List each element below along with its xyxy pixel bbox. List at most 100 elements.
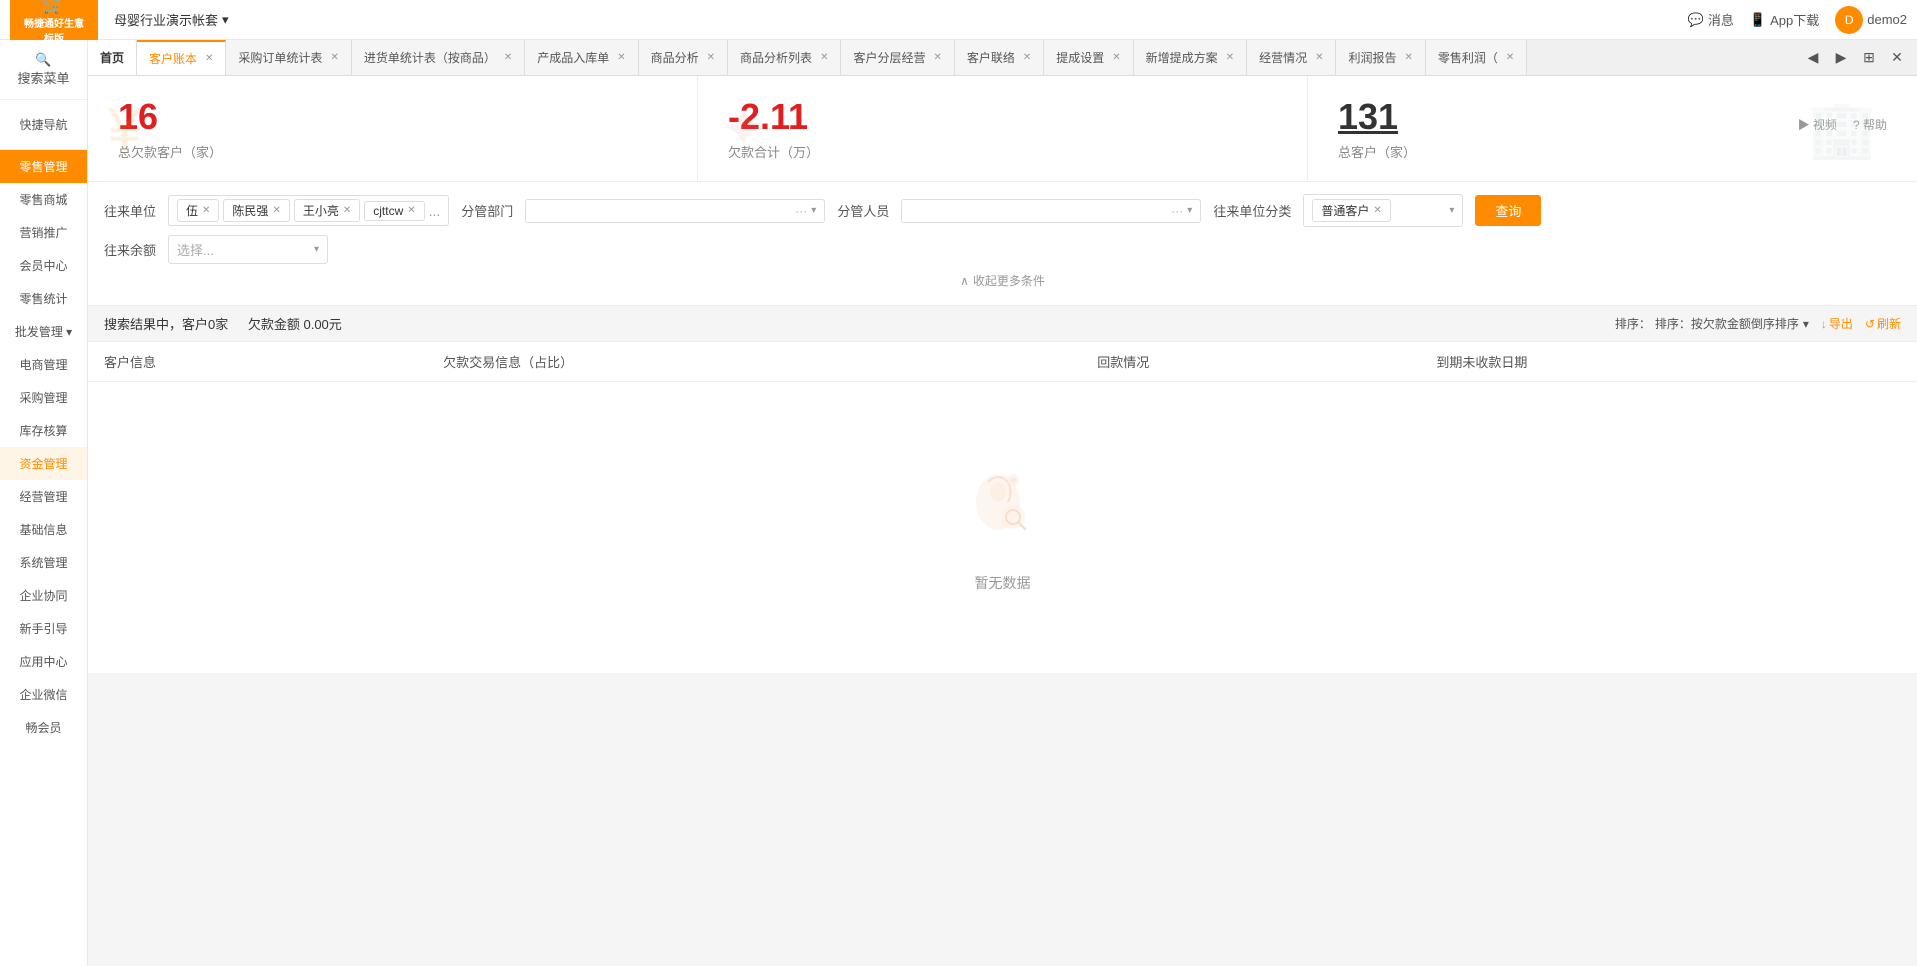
sidebar-item-quick-nav[interactable]: 快捷导航 bbox=[0, 108, 87, 141]
tab-close-new-commission-plan[interactable]: ✕ bbox=[1226, 52, 1234, 63]
balance-placeholder: 选择... bbox=[177, 240, 214, 259]
tab-commission-settings[interactable]: 提成设置 ✕ bbox=[1044, 40, 1133, 76]
tab-close-product-analysis-list[interactable]: ✕ bbox=[820, 52, 828, 63]
balance-filter-select[interactable]: 选择... ▾ bbox=[168, 235, 328, 264]
tab-prev-btn[interactable]: ◀ bbox=[1801, 46, 1825, 70]
industry-selector[interactable]: 母婴行业演示帐套 ▾ bbox=[106, 6, 237, 33]
collapse-icon: ∧ bbox=[960, 274, 969, 288]
tab-customer-contact[interactable]: 客户联络 ✕ bbox=[955, 40, 1044, 76]
tab-profit-report[interactable]: 利润报告 ✕ bbox=[1336, 40, 1425, 76]
unit-tag-3-close[interactable]: ✕ bbox=[407, 205, 415, 216]
sidebar-item-ops-mgmt[interactable]: 经营管理 bbox=[0, 480, 87, 513]
dept-filter-select[interactable]: ··· ▾ bbox=[525, 199, 825, 223]
refresh-icon: ↺ bbox=[1865, 317, 1875, 331]
sidebar-item-member-center[interactable]: 会员中心 bbox=[0, 249, 87, 282]
query-button[interactable]: 查询 bbox=[1475, 195, 1541, 226]
sort-select[interactable]: 排序： 排序：按欠款金额倒序排序 ▾ bbox=[1615, 315, 1809, 332]
empty-state: 暂无数据 bbox=[88, 382, 1917, 673]
person-filter-select[interactable]: ··· ▾ bbox=[901, 199, 1201, 223]
refresh-btn[interactable]: ↺ 刷新 bbox=[1865, 315, 1901, 332]
dept-select-more: ··· bbox=[795, 204, 807, 218]
sidebar-item-system-mgmt[interactable]: 系统管理 bbox=[0, 546, 87, 579]
col-header-overdue-info: 欠款交易信息（占比） bbox=[427, 342, 1081, 382]
sidebar-item-retail-stats[interactable]: 零售统计 bbox=[0, 282, 87, 315]
tab-next-btn[interactable]: ▶ bbox=[1829, 46, 1853, 70]
tab-more-btn[interactable]: ⊞ bbox=[1857, 46, 1881, 70]
unit-tag-0-close[interactable]: ✕ bbox=[202, 205, 210, 216]
filter-area: 往来单位 伍 ✕ 陈民强 ✕ 王小亮 bbox=[88, 182, 1917, 306]
app-download-btn[interactable]: 📱 App下载 bbox=[1750, 10, 1819, 29]
logo: 🛒 畅捷通好生意 标版 bbox=[10, 0, 98, 40]
tab-close-purchase-stats[interactable]: ✕ bbox=[504, 52, 512, 63]
sidebar-item-ecommerce[interactable]: 电商管理 bbox=[0, 348, 87, 381]
tab-close-purchase-order[interactable]: ✕ bbox=[330, 52, 338, 63]
logo-icon: 🛒 bbox=[43, 0, 65, 15]
sidebar-item-basic-info[interactable]: 基础信息 bbox=[0, 513, 87, 546]
sidebar-item-retail-mall[interactable]: 零售商城 bbox=[0, 183, 87, 216]
search-icon: 🔍 bbox=[35, 52, 51, 67]
unit-tag-1-close[interactable]: ✕ bbox=[272, 205, 280, 216]
sidebar-item-enterprise[interactable]: 企业协同 bbox=[0, 579, 87, 612]
tab-close-retail-profit[interactable]: ✕ bbox=[1506, 52, 1514, 63]
tab-home[interactable]: 首页 bbox=[88, 40, 137, 76]
empty-icon bbox=[963, 462, 1043, 561]
collapse-filter-btn[interactable]: ∧ 收起更多条件 bbox=[960, 272, 1045, 289]
sidebar-item-inventory[interactable]: 库存核算 bbox=[0, 414, 87, 447]
sidebar-item-marketing[interactable]: 营销推广 bbox=[0, 216, 87, 249]
tab-close-ops-situation[interactable]: ✕ bbox=[1315, 52, 1323, 63]
tab-customer-cost[interactable]: 客户账本 ✕ bbox=[137, 40, 226, 76]
sidebar-item-enterprise-wechat[interactable]: 企业微信 bbox=[0, 678, 87, 711]
tab-close-profit-report[interactable]: ✕ bbox=[1405, 52, 1413, 63]
tab-close-product-inbound[interactable]: ✕ bbox=[617, 52, 625, 63]
message-btn[interactable]: 💬 消息 bbox=[1688, 10, 1734, 29]
phone-icon: 📱 bbox=[1750, 12, 1766, 28]
sidebar-search[interactable]: 🔍 搜索菜单 bbox=[0, 40, 87, 100]
sidebar-item-retail-mgmt[interactable]: 零售管理 bbox=[0, 150, 87, 183]
tab-close-customer-cost[interactable]: ✕ bbox=[205, 53, 213, 64]
tab-new-commission-plan[interactable]: 新增提成方案 ✕ bbox=[1134, 40, 1247, 76]
dept-chevron-icon: ▾ bbox=[811, 205, 816, 216]
person-chevron-icon: ▾ bbox=[1187, 205, 1192, 216]
tab-close-customer-contact[interactable]: ✕ bbox=[1023, 52, 1031, 63]
export-btn[interactable]: ↓ 导出 bbox=[1821, 315, 1853, 332]
unit-category-tag: 普通客户 ✕ bbox=[1312, 199, 1390, 222]
unit-tag-2: 王小亮 ✕ bbox=[294, 199, 360, 222]
tab-close-product-analysis[interactable]: ✕ bbox=[707, 52, 715, 63]
unit-filter-tags[interactable]: 伍 ✕ 陈民强 ✕ 王小亮 ✕ bbox=[168, 195, 449, 226]
stat-bg-icon-3: 🏢 bbox=[1807, 96, 1877, 162]
unit-tag-3: cjttcw ✕ bbox=[364, 201, 424, 221]
sidebar-item-vip[interactable]: 畅会员 bbox=[0, 711, 87, 744]
unit-tag-2-close[interactable]: ✕ bbox=[343, 205, 351, 216]
tab-product-analysis-list[interactable]: 商品分析列表 ✕ bbox=[728, 40, 841, 76]
tab-ops-situation[interactable]: 经营情况 ✕ bbox=[1247, 40, 1336, 76]
total-customers-value: 131 bbox=[1338, 96, 1416, 138]
stat-overdue-amount: ✦ -2.11 欠款合计（万） bbox=[698, 76, 1308, 181]
tab-customer-segment[interactable]: 客户分层经营 ✕ bbox=[841, 40, 954, 76]
tab-close-all-btn[interactable]: ✕ bbox=[1885, 46, 1909, 70]
unit-category-chevron-icon: ▾ bbox=[1449, 205, 1454, 216]
empty-text: 暂无数据 bbox=[975, 573, 1031, 593]
sidebar-item-new-guide[interactable]: 新手引导 bbox=[0, 612, 87, 645]
overdue-amount-summary: 欠款金额 0.00元 bbox=[248, 317, 342, 332]
col-header-customer-info: 客户信息 bbox=[88, 342, 427, 382]
tab-purchase-order-stats[interactable]: 采购订单统计表 ✕ bbox=[226, 40, 351, 76]
user-menu[interactable]: D demo2 bbox=[1835, 6, 1907, 34]
unit-category-tag-close[interactable]: ✕ bbox=[1373, 205, 1381, 216]
tab-close-customer-segment[interactable]: ✕ bbox=[933, 52, 941, 63]
search-summary: 搜索结果中，客户0家 bbox=[104, 317, 228, 332]
unit-filter-label: 往来单位 bbox=[104, 201, 156, 220]
tab-close-commission-settings[interactable]: ✕ bbox=[1112, 52, 1120, 63]
tab-product-analysis[interactable]: 商品分析 ✕ bbox=[639, 40, 728, 76]
unit-tag-more[interactable]: ... bbox=[429, 203, 441, 219]
unit-category-select[interactable]: 普通客户 ✕ ▾ bbox=[1303, 194, 1463, 227]
tab-retail-profit[interactable]: 零售利润（ ✕ bbox=[1426, 40, 1527, 76]
message-icon: 💬 bbox=[1688, 12, 1704, 28]
sidebar-item-app-center[interactable]: 应用中心 bbox=[0, 645, 87, 678]
tab-product-inbound[interactable]: 产成品入库单 ✕ bbox=[525, 40, 638, 76]
dept-filter-label: 分管部门 bbox=[461, 201, 513, 220]
balance-filter-label: 往来余额 bbox=[104, 240, 156, 259]
tab-purchase-stats[interactable]: 进货单统计表（按商品） ✕ bbox=[352, 40, 525, 76]
sidebar-item-finance[interactable]: 资金管理 bbox=[0, 447, 87, 480]
sidebar-item-wholesale-mgmt[interactable]: 批发管理 ▾ bbox=[0, 315, 87, 348]
sidebar-item-purchase[interactable]: 采购管理 bbox=[0, 381, 87, 414]
